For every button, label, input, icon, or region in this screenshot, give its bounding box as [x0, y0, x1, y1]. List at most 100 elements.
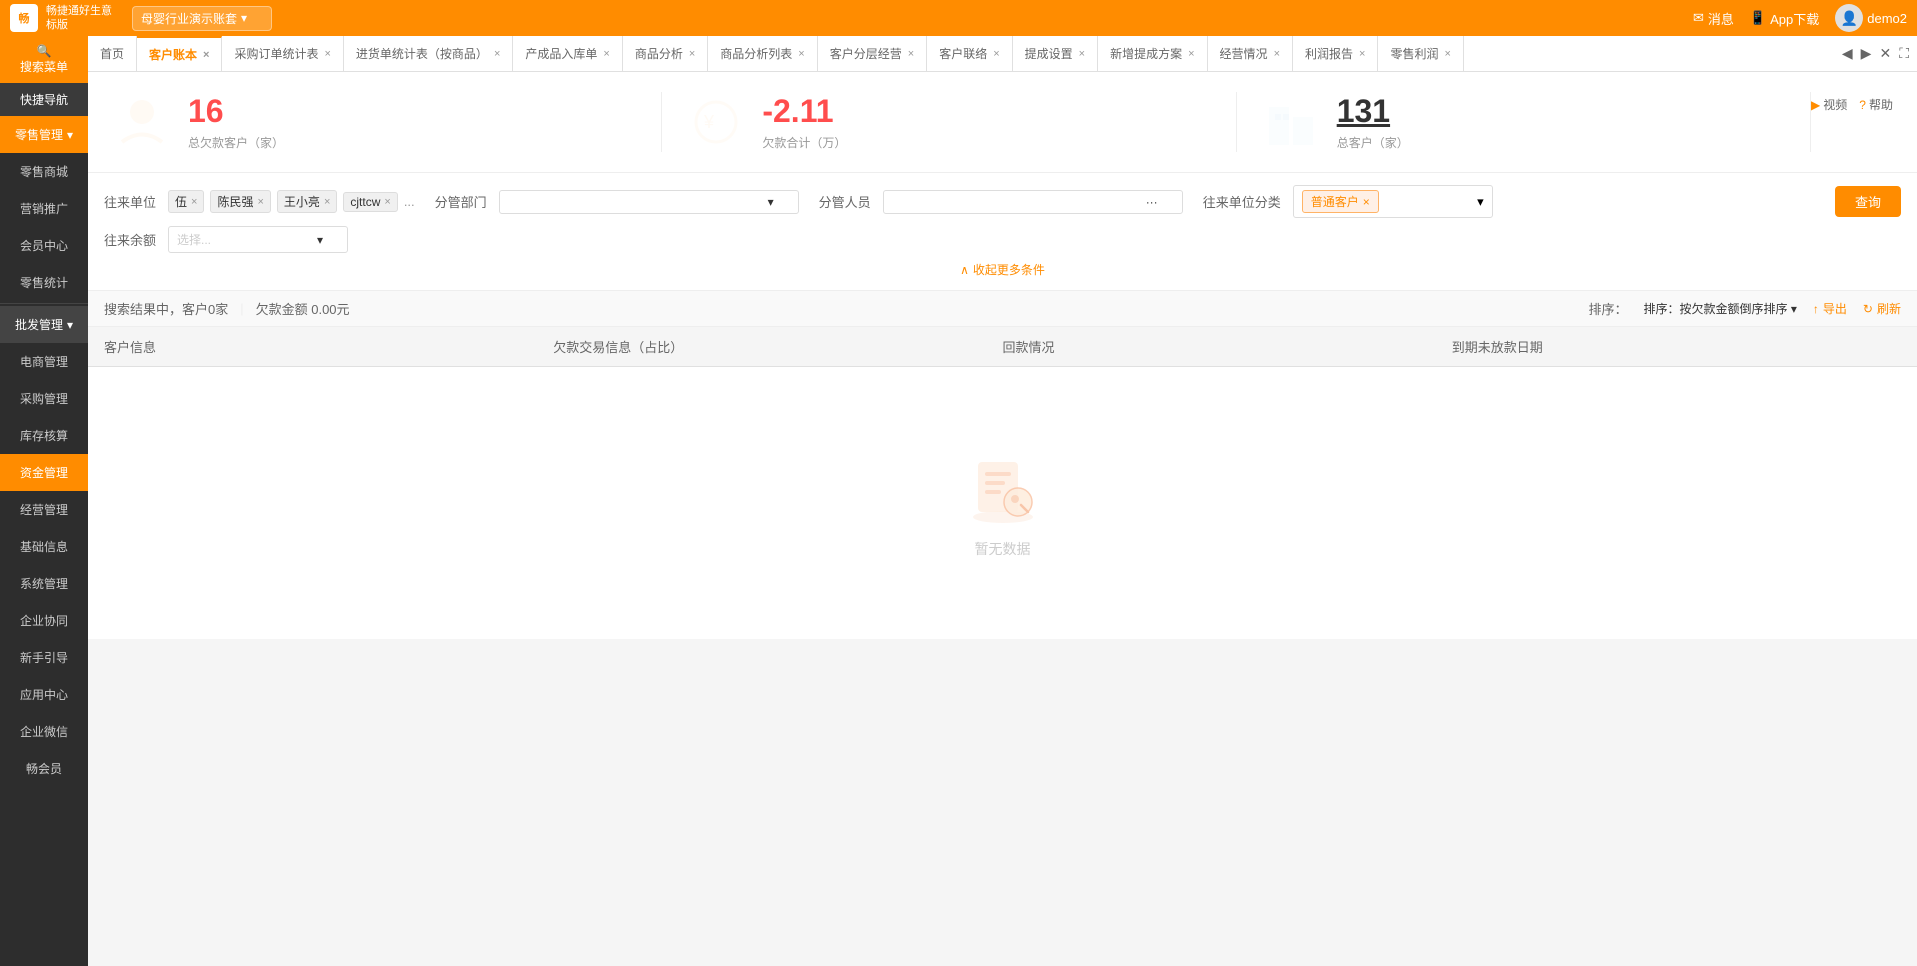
tab-close-customer-accounts[interactable]: ×: [203, 49, 209, 61]
customers-icon: [112, 92, 172, 152]
store-selector[interactable]: 母婴行业演示账套 ▾: [132, 6, 272, 31]
amount-text: 欠款金额 0.00元: [256, 299, 350, 318]
sidebar-quick-nav[interactable]: 快捷导航: [0, 83, 88, 116]
balance-dropdown-icon: ▾: [317, 233, 323, 247]
sidebar-item-member-center[interactable]: 会员中心: [0, 227, 88, 264]
tab-customer-contact[interactable]: 客户联络 ×: [927, 36, 1012, 72]
sidebar-item-retail-mgmt[interactable]: 零售管理 ▾: [0, 116, 88, 153]
sidebar-search[interactable]: 🔍 搜索菜单: [0, 36, 88, 83]
user-avatar-btn[interactable]: 👤 demo2: [1835, 4, 1907, 32]
sidebar-item-retail-stats[interactable]: 零售统计: [0, 264, 88, 301]
empty-state-text: 暂无数据: [975, 539, 1031, 559]
sidebar-item-ecommerce[interactable]: 电商管理: [0, 343, 88, 380]
sort-select[interactable]: 排序：按欠款金额倒序排序 ▾: [1644, 300, 1797, 317]
tab-customer-segment[interactable]: 客户分层经营 ×: [818, 36, 927, 72]
sidebar-item-marketing[interactable]: 营销推广: [0, 190, 88, 227]
tab-home[interactable]: 首页: [88, 36, 137, 72]
sidebar-item-operations[interactable]: 经营管理: [0, 491, 88, 528]
tab-close-purchase-orders[interactable]: ×: [324, 48, 330, 60]
tab-scroll-right[interactable]: ▶: [1861, 45, 1872, 62]
tab-close-purchase-stats[interactable]: ×: [494, 48, 500, 60]
tab-close-profit[interactable]: ×: [1359, 48, 1365, 60]
tab-product-analysis-list[interactable]: 商品分析列表 ×: [708, 36, 817, 72]
download-icon: 📱: [1750, 10, 1766, 26]
balance-select[interactable]: 选择... ▾: [168, 226, 348, 253]
tab-close-customer-segment[interactable]: ×: [908, 48, 914, 60]
collapse-btn[interactable]: ∧ 收起更多条件: [104, 261, 1901, 278]
refresh-btn[interactable]: ↻ 刷新: [1863, 300, 1901, 317]
tab-close-all[interactable]: ✕: [1879, 45, 1891, 62]
filter-tag-3: cjttcw ×: [343, 192, 397, 212]
video-icon: ▶: [1811, 98, 1820, 112]
video-link[interactable]: ▶ 视频: [1811, 96, 1847, 113]
remove-tag-2[interactable]: ×: [324, 196, 330, 208]
store-selector-area: 母婴行业演示账套 ▾: [122, 6, 1693, 31]
filter-more-btn[interactable]: ...: [404, 194, 415, 209]
tab-customer-accounts[interactable]: 客户账本 ×: [137, 36, 222, 72]
tab-retail-profit[interactable]: 零售利润 ×: [1378, 36, 1463, 72]
debt-icon: ¥: [686, 92, 746, 152]
remove-tag-0[interactable]: ×: [191, 196, 197, 208]
help-link[interactable]: ? 帮助: [1859, 96, 1893, 113]
arrow-icon-wholesale: ▾: [67, 318, 73, 332]
sidebar-item-enterprise-coop[interactable]: 企业协同: [0, 602, 88, 639]
query-button[interactable]: 查询: [1835, 186, 1901, 217]
tab-close-retail-profit[interactable]: ×: [1444, 48, 1450, 60]
tab-close-operations[interactable]: ×: [1274, 48, 1280, 60]
col-customer-info: 客户信息: [104, 337, 553, 356]
sidebar-item-purchase[interactable]: 采购管理: [0, 380, 88, 417]
tab-product-analysis[interactable]: 商品分析 ×: [623, 36, 708, 72]
app-logo-text: 畅捷通好生意 标版: [46, 4, 112, 33]
top-bar: 畅 畅捷通好生意 标版 母婴行业演示账套 ▾ ✉ 消息 📱 App下载: [0, 0, 1917, 36]
col-repayment: 回款情况: [1003, 337, 1452, 356]
tab-purchase-orders[interactable]: 采购订单统计表 ×: [222, 36, 343, 72]
export-btn[interactable]: ↑ 导出: [1813, 300, 1847, 317]
stat-customers-label: 总欠款客户（家）: [188, 134, 284, 151]
tab-close-product-analysis[interactable]: ×: [689, 48, 695, 60]
remove-tag-1[interactable]: ×: [257, 196, 263, 208]
remove-category-tag[interactable]: ×: [1363, 195, 1370, 209]
person-label: 分管人员: [819, 192, 871, 211]
tab-close-product-list[interactable]: ×: [798, 48, 804, 60]
sidebar-item-new-guide[interactable]: 新手引导: [0, 639, 88, 676]
sort-label: 排序：: [1589, 299, 1628, 318]
filter-section: 往来单位 伍 × 陈民强 × 王小亮: [88, 173, 1917, 291]
sidebar-item-app-center[interactable]: 应用中心: [0, 676, 88, 713]
remove-tag-3[interactable]: ×: [384, 196, 390, 208]
tab-operations-status[interactable]: 经营情况 ×: [1208, 36, 1293, 72]
tab-new-improvement-plan[interactable]: 新增提成方案 ×: [1098, 36, 1207, 72]
sidebar-item-basic-info[interactable]: 基础信息: [0, 528, 88, 565]
tab-scroll-left[interactable]: ◀: [1842, 45, 1853, 62]
sidebar-item-finance[interactable]: 资金管理: [0, 454, 88, 491]
stats-section: 16 总欠款客户（家） ¥ -2.11: [88, 72, 1917, 173]
stat-debt-number: -2.11: [762, 93, 846, 130]
tab-close-production[interactable]: ×: [603, 48, 609, 60]
tab-close-improvement[interactable]: ×: [1079, 48, 1085, 60]
tab-purchase-stats[interactable]: 进货单统计表（按商品） ×: [344, 36, 513, 72]
tab-maximize[interactable]: ⛶: [1899, 45, 1909, 62]
person-select[interactable]: ···: [883, 190, 1183, 214]
filter-tag-2: 王小亮 ×: [277, 190, 337, 213]
tab-close-new-plan[interactable]: ×: [1188, 48, 1194, 60]
tab-improvement-settings[interactable]: 提成设置 ×: [1013, 36, 1098, 72]
message-btn[interactable]: ✉ 消息: [1693, 9, 1734, 28]
sidebar-item-wholesale-mgmt[interactable]: 批发管理 ▾: [0, 306, 88, 343]
sidebar-item-vip-member[interactable]: 畅会员: [0, 750, 88, 787]
tab-profit-report[interactable]: 利润报告 ×: [1293, 36, 1378, 72]
tab-close-customer-contact[interactable]: ×: [993, 48, 999, 60]
stat-total-label: 总客户（家）: [1337, 134, 1409, 151]
category-dropdown[interactable]: ▾: [1477, 194, 1484, 210]
stat-total-number: 131: [1337, 93, 1409, 130]
sidebar-item-enterprise-wechat[interactable]: 企业微信: [0, 713, 88, 750]
balance-label: 往来余额: [104, 230, 156, 249]
dept-select[interactable]: ▾: [499, 190, 799, 214]
arrow-icon: ▾: [67, 128, 73, 142]
sidebar-item-inventory[interactable]: 库存核算: [0, 417, 88, 454]
sidebar-item-retail-shop[interactable]: 零售商城: [0, 153, 88, 190]
tab-production-inbound[interactable]: 产成品入库单 ×: [513, 36, 622, 72]
category-label: 往来单位分类: [1203, 192, 1281, 211]
sidebar-item-system[interactable]: 系统管理: [0, 565, 88, 602]
app-download-btn[interactable]: 📱 App下载: [1750, 9, 1819, 28]
stat-customers-number: 16: [188, 93, 284, 130]
table-header: 客户信息 欠款交易信息（占比） 回款情况 到期未放款日期: [88, 327, 1917, 367]
